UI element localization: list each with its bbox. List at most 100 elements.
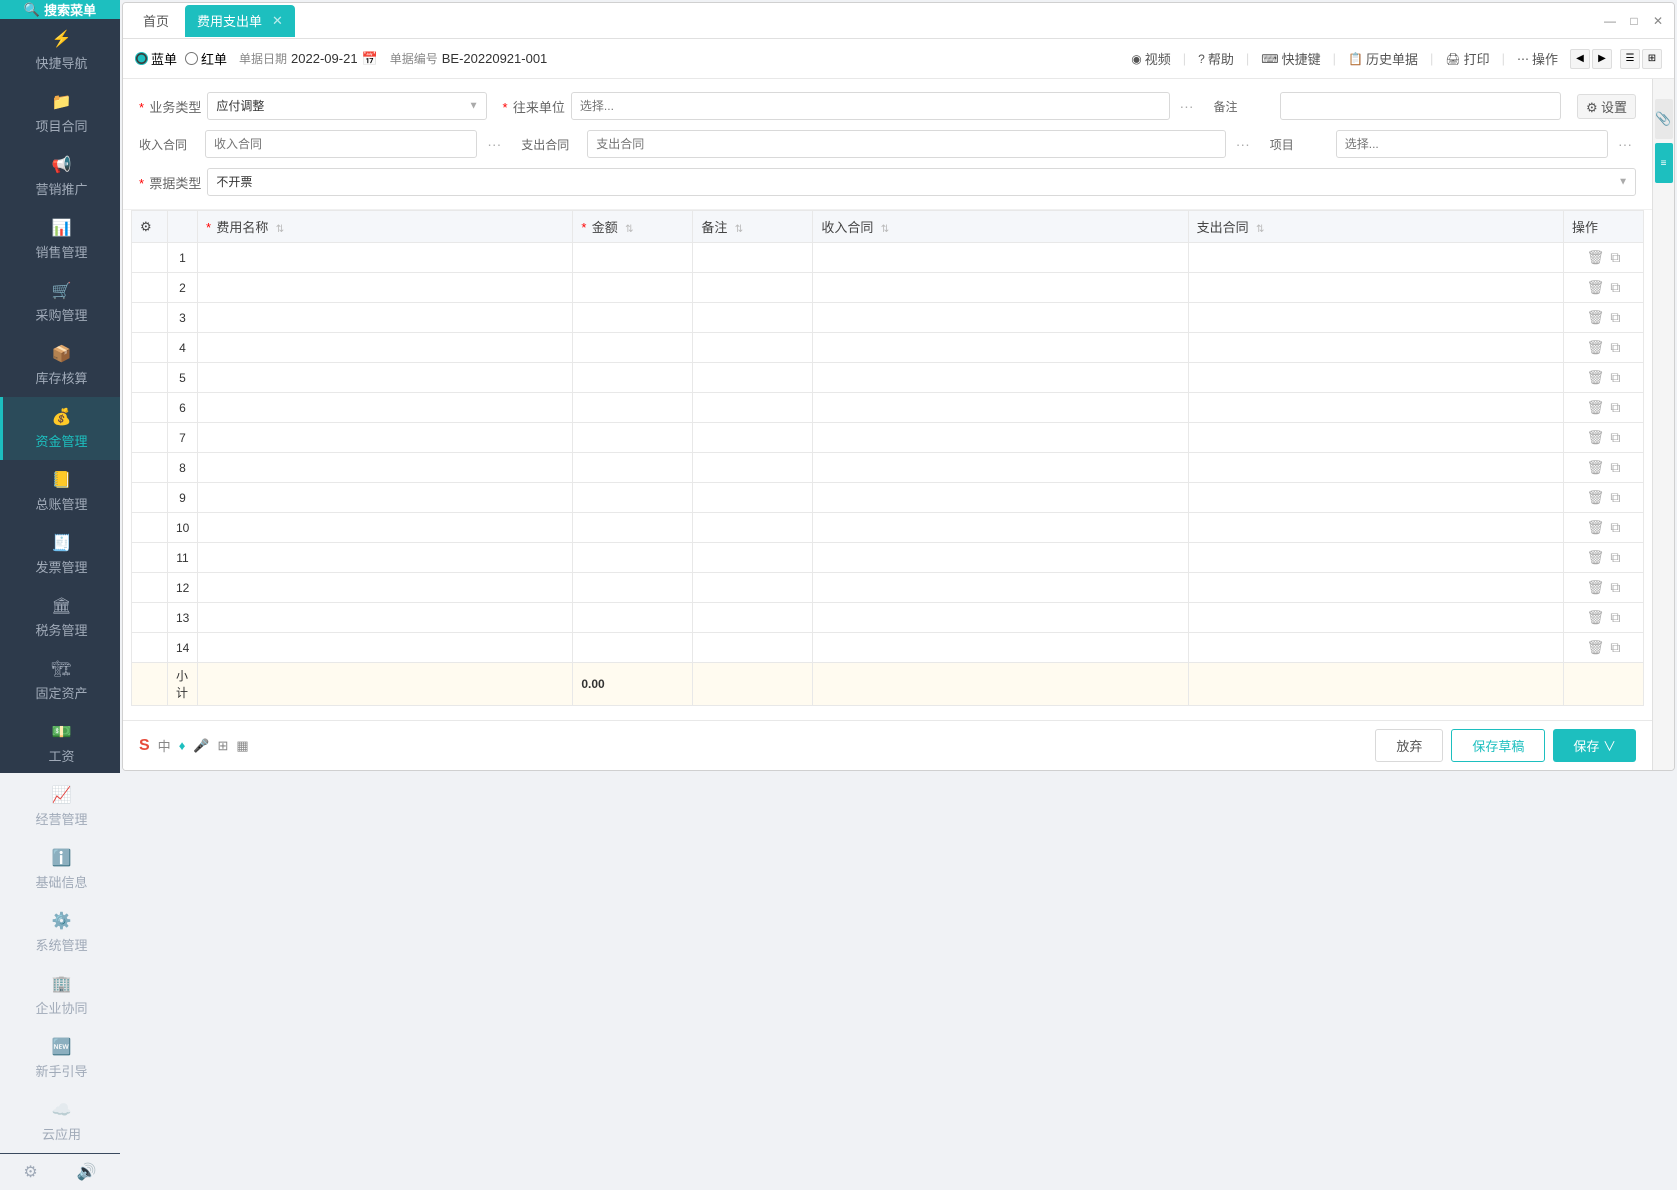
date-value[interactable]: 2022-09-21	[291, 51, 358, 66]
radio-red-label[interactable]: 红单	[185, 49, 227, 68]
sidebar-item-fixed-assets[interactable]: 🏗 固定资产	[0, 649, 120, 712]
copy-icon-13[interactable]: ⧉	[1610, 609, 1620, 626]
col-income-contract-9[interactable]	[813, 483, 1188, 513]
col-income-contract-6[interactable]	[813, 393, 1188, 423]
col-income-contract-2[interactable]	[813, 273, 1188, 303]
tab-home[interactable]: 首页	[131, 5, 181, 37]
col-notes-12[interactable]	[693, 573, 813, 603]
delete-icon-7[interactable]: 🗑	[1587, 429, 1605, 446]
col-amount-3[interactable]	[573, 303, 693, 333]
delete-icon-14[interactable]: 🗑	[1587, 639, 1605, 656]
shortcut-btn[interactable]: ⌨ 快捷键	[1257, 47, 1324, 70]
col-expense-name-13[interactable]	[198, 603, 573, 633]
th-income-contract[interactable]: 收入合同 ⇅	[813, 211, 1188, 243]
col-notes-8[interactable]	[693, 453, 813, 483]
sidebar-item-salary[interactable]: 💵 工资	[0, 712, 120, 775]
save-button[interactable]: 保存 ∨	[1553, 729, 1636, 762]
col-notes-10[interactable]	[693, 513, 813, 543]
chinese-input-icon[interactable]: 中	[158, 736, 171, 755]
tab-close-icon[interactable]: ✕	[272, 13, 283, 29]
col-amount-6[interactable]	[573, 393, 693, 423]
col-income-contract-1[interactable]	[813, 243, 1188, 273]
sidebar-item-inventory[interactable]: 📦 库存核算	[0, 334, 120, 397]
copy-icon-5[interactable]: ⧉	[1610, 369, 1620, 386]
col-expense-contract-12[interactable]	[1188, 573, 1563, 603]
audio-icon[interactable]: 🔊	[77, 1162, 97, 1182]
col-notes-14[interactable]	[693, 633, 813, 663]
col-expense-contract-2[interactable]	[1188, 273, 1563, 303]
col-notes-1[interactable]	[693, 243, 813, 273]
col-expense-contract-13[interactable]	[1188, 603, 1563, 633]
col-income-contract-7[interactable]	[813, 423, 1188, 453]
col-amount-4[interactable]	[573, 333, 693, 363]
delete-icon-10[interactable]: 🗑	[1587, 519, 1605, 536]
sort-expense-contract-icon[interactable]: ⇅	[1256, 224, 1264, 235]
project-input[interactable]	[1336, 130, 1608, 158]
delete-icon-3[interactable]: 🗑	[1587, 309, 1605, 326]
col-notes-13[interactable]	[693, 603, 813, 633]
copy-icon-14[interactable]: ⧉	[1610, 639, 1620, 656]
delete-icon-4[interactable]: 🗑	[1587, 339, 1605, 356]
col-notes-6[interactable]	[693, 393, 813, 423]
expense-contract-dots[interactable]: ···	[1232, 136, 1254, 152]
col-expense-contract-6[interactable]	[1188, 393, 1563, 423]
col-expense-name-8[interactable]	[198, 453, 573, 483]
delete-icon-2[interactable]: 🗑	[1587, 279, 1605, 296]
col-amount-14[interactable]	[573, 633, 693, 663]
copy-icon-8[interactable]: ⧉	[1610, 459, 1620, 476]
delete-icon-9[interactable]: 🗑	[1587, 489, 1605, 506]
col-amount-2[interactable]	[573, 273, 693, 303]
col-income-contract-12[interactable]	[813, 573, 1188, 603]
col-amount-11[interactable]	[573, 543, 693, 573]
nav-next-btn[interactable]: ▶	[1592, 49, 1612, 69]
copy-icon-2[interactable]: ⧉	[1610, 279, 1620, 296]
right-panel-clip-icon[interactable]: 📎	[1655, 99, 1673, 139]
delete-icon-1[interactable]: 🗑	[1587, 249, 1605, 266]
copy-icon-6[interactable]: ⧉	[1610, 399, 1620, 416]
settings-icon[interactable]: ⚙	[23, 1162, 37, 1182]
col-income-contract-5[interactable]	[813, 363, 1188, 393]
col-notes-3[interactable]	[693, 303, 813, 333]
diamond-icon[interactable]: ♦	[179, 738, 186, 753]
sidebar-item-quick-nav[interactable]: ⚡ 快捷导航	[0, 19, 120, 82]
table-settings-icon[interactable]: ⚙	[140, 219, 152, 234]
operations-btn[interactable]: ⋯ 操作	[1513, 47, 1562, 70]
col-expense-contract-1[interactable]	[1188, 243, 1563, 273]
sidebar-item-system[interactable]: ⚙️ 系统管理	[0, 901, 120, 964]
minimize-button[interactable]: —	[1602, 13, 1618, 29]
sidebar-item-tax[interactable]: 🏛 税务管理	[0, 586, 120, 649]
copy-icon-11[interactable]: ⧉	[1610, 549, 1620, 566]
col-notes-4[interactable]	[693, 333, 813, 363]
th-amount[interactable]: * 金额 ⇅	[573, 211, 693, 243]
col-expense-contract-3[interactable]	[1188, 303, 1563, 333]
expense-contract-input[interactable]	[587, 130, 1226, 158]
delete-icon-11[interactable]: 🗑	[1587, 549, 1605, 566]
col-expense-name-2[interactable]	[198, 273, 573, 303]
income-contract-input[interactable]	[205, 130, 477, 158]
tab-expense[interactable]: 费用支出单 ✕	[185, 5, 295, 37]
business-type-select[interactable]: 应付调整 应收调整 其他	[207, 92, 486, 120]
col-expense-name-9[interactable]	[198, 483, 573, 513]
close-button[interactable]: ✕	[1650, 13, 1666, 29]
sidebar-item-procurement[interactable]: 🛒 采购管理	[0, 271, 120, 334]
sidebar-item-cloud-apps[interactable]: ☁️ 云应用	[0, 1090, 120, 1153]
sort-income-icon[interactable]: ⇅	[881, 224, 889, 235]
col-expense-name-11[interactable]	[198, 543, 573, 573]
col-expense-contract-8[interactable]	[1188, 453, 1563, 483]
col-expense-name-5[interactable]	[198, 363, 573, 393]
col-amount-8[interactable]	[573, 453, 693, 483]
th-settings[interactable]: ⚙	[132, 211, 168, 243]
radio-red-input[interactable]	[185, 52, 198, 65]
col-amount-1[interactable]	[573, 243, 693, 273]
sidebar-header[interactable]: 🔍 搜索菜单	[0, 0, 120, 19]
col-income-contract-3[interactable]	[813, 303, 1188, 333]
table-icon[interactable]: ⊞	[218, 738, 229, 754]
delete-icon-6[interactable]: 🗑	[1587, 399, 1605, 416]
copy-icon-10[interactable]: ⧉	[1610, 519, 1620, 536]
maximize-button[interactable]: □	[1626, 13, 1642, 29]
sidebar-item-operations[interactable]: 📈 经营管理	[0, 775, 120, 838]
sidebar-item-accounting[interactable]: 📒 总账管理	[0, 460, 120, 523]
delete-icon-8[interactable]: 🗑	[1587, 459, 1605, 476]
sidebar-item-new-guide[interactable]: 🆕 新手引导	[0, 1027, 120, 1090]
copy-icon-3[interactable]: ⧉	[1610, 309, 1620, 326]
